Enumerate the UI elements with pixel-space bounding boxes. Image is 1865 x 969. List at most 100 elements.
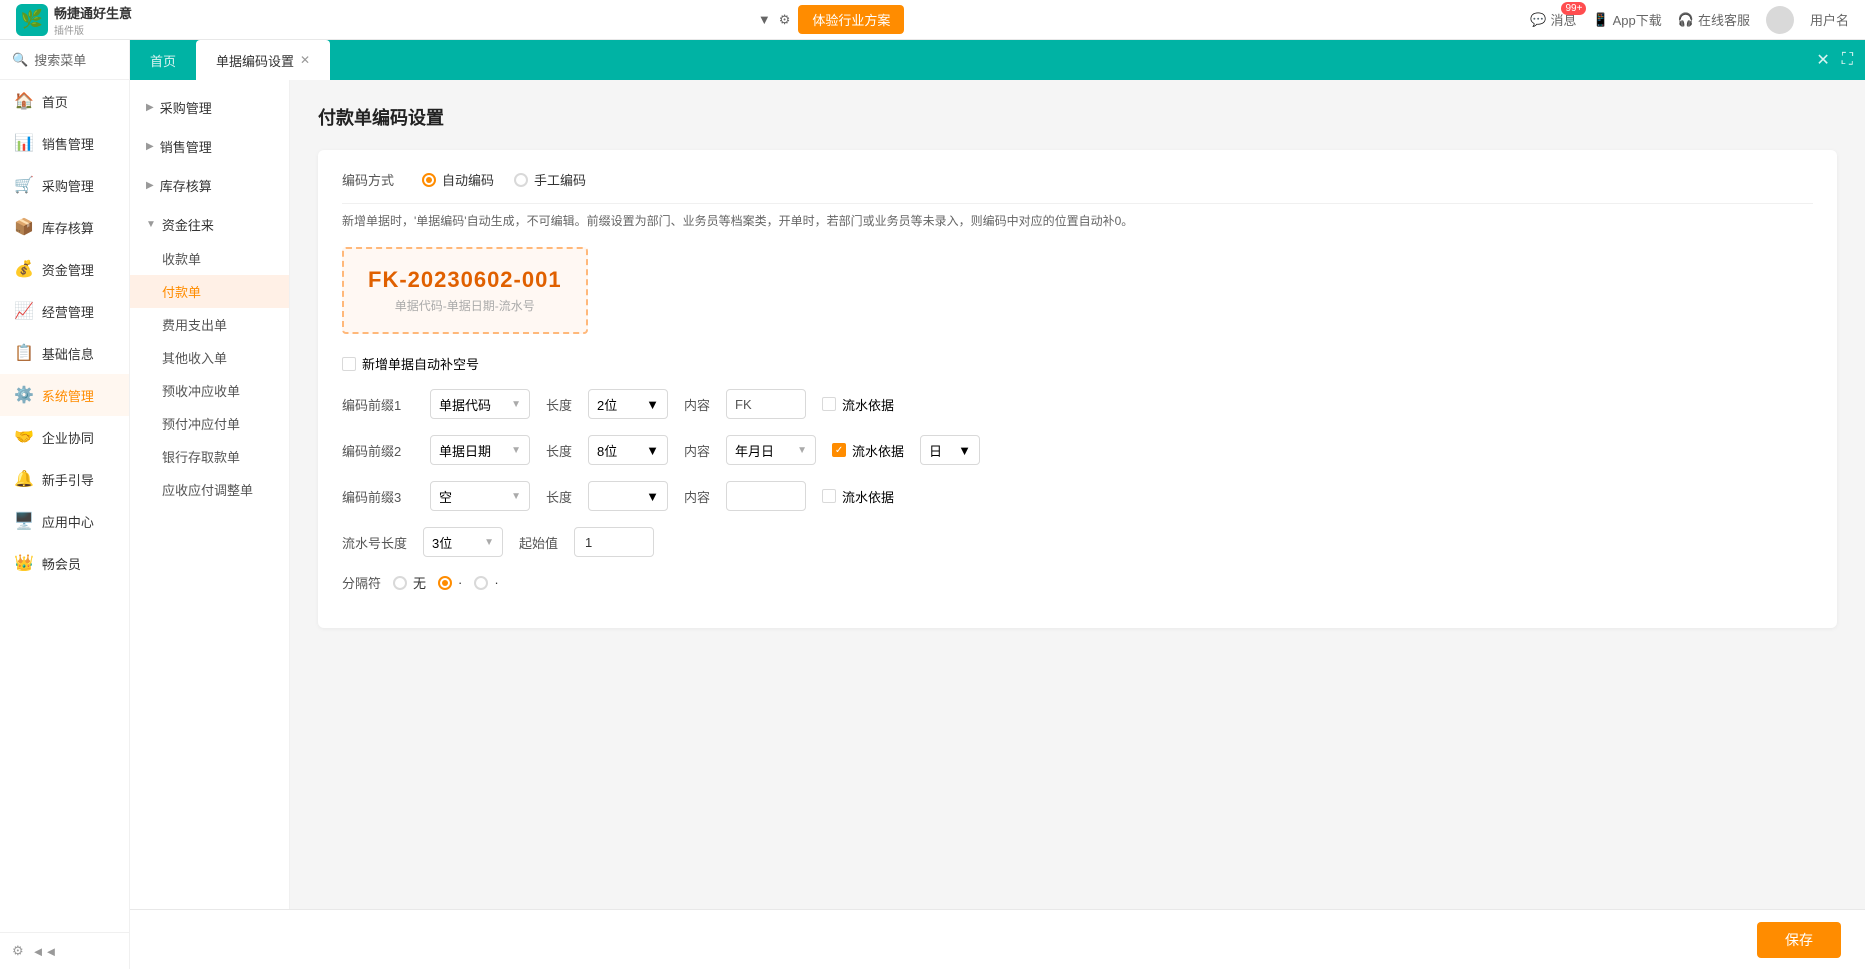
tab-home[interactable]: 首页 <box>130 40 196 80</box>
fullscreen-close-icon[interactable]: ✕ <box>1816 50 1829 70</box>
sidebar-item-purchase[interactable]: 🛒 采购管理 <box>0 164 129 206</box>
serial-length-select[interactable]: 3位 ▼ <box>423 527 503 557</box>
sep-dot2-radio[interactable] <box>474 576 488 590</box>
length3-select[interactable]: ▼ <box>588 481 668 511</box>
divider1 <box>342 203 1813 204</box>
sub-item-prepay-payable[interactable]: 预付冲应付单 <box>130 407 289 440</box>
length1-select[interactable]: 2位 ▼ <box>588 389 668 419</box>
message-badge: 99+ <box>1561 2 1586 15</box>
experience-button[interactable]: 体验行业方案 <box>798 5 904 34</box>
sidebar-item-member[interactable]: 👑 畅会员 <box>0 542 129 584</box>
example-code: FK-20230602-001 <box>368 267 562 293</box>
sidebar-member-label: 畅会员 <box>42 554 81 573</box>
prefix2-select[interactable]: 单据日期 ▼ <box>430 435 530 465</box>
tab-encoding[interactable]: 单据编码设置 ✕ <box>196 40 330 80</box>
length2-select[interactable]: 8位 ▼ <box>588 435 668 465</box>
content-area: ▶ 采购管理 ▶ 销售管理 ▶ 库存核算 <box>130 80 1865 969</box>
sidebar-item-finance[interactable]: 💰 资金管理 <box>0 248 129 290</box>
sub-group-purchase-title[interactable]: ▶ 采购管理 <box>130 90 289 125</box>
prefix2-value: 单据日期 <box>439 441 491 460</box>
sep-dot2-option[interactable]: · <box>474 575 498 590</box>
stream2-checkbox-label[interactable]: ✓ 流水依据 <box>832 441 904 460</box>
encoding-method-group: 编码方式 自动编码 手工编码 <box>342 170 1813 189</box>
headset-icon: 🎧 <box>1678 12 1694 28</box>
auto-fill-checkbox[interactable] <box>342 357 356 371</box>
sidebar-item-guide[interactable]: 🔔 新手引导 <box>0 458 129 500</box>
prefix-row-3: 编码前缀3 空 ▼ 长度 ▼ 内容 <box>342 481 1813 511</box>
sub-item-payment[interactable]: 付款单 <box>130 275 289 308</box>
sub-item-expense[interactable]: 费用支出单 <box>130 308 289 341</box>
settings-icon[interactable]: ⚙ <box>779 12 791 28</box>
manual-encoding-option[interactable]: 手工编码 <box>514 170 586 189</box>
sep-none-option[interactable]: 无 <box>393 573 426 592</box>
auto-encoding-radio[interactable] <box>422 173 436 187</box>
tab-close-icon[interactable]: ✕ <box>300 53 310 67</box>
sep-dot2-label: · <box>494 575 498 590</box>
sidebar-item-inventory[interactable]: 📦 库存核算 <box>0 206 129 248</box>
sep-dot-radio[interactable] <box>438 576 452 590</box>
settings-bottom-icon[interactable]: ⚙ <box>12 943 24 959</box>
sub-group-inventory-title[interactable]: ▶ 库存核算 <box>130 168 289 203</box>
sub-item-receipt[interactable]: 收款单 <box>130 242 289 275</box>
prefix-row-2: 编码前缀2 单据日期 ▼ 长度 8位 ▼ 内容 年月日 <box>342 435 1813 465</box>
stream1-checkbox[interactable] <box>822 397 836 411</box>
top-bar-right: 💬 消息 99+ 📱 App下载 🎧 在线客服 用户名 <box>1530 6 1849 34</box>
fullscreen-expand-icon[interactable]: ⛶ <box>1842 51 1853 69</box>
dropdown-toggle[interactable]: ▼ <box>758 12 771 27</box>
collapse-icon[interactable]: ◄◄ <box>32 944 58 959</box>
sales-icon: 📊 <box>14 133 34 153</box>
manual-encoding-radio[interactable] <box>514 173 528 187</box>
sub-item-other-income[interactable]: 其他收入单 <box>130 341 289 374</box>
serial-start-input[interactable] <box>574 527 654 557</box>
sidebar-item-system[interactable]: ⚙️ 系统管理 <box>0 374 129 416</box>
sidebar-item-appstore[interactable]: 🖥️ 应用中心 <box>0 500 129 542</box>
message-icon: 💬 <box>1530 12 1546 28</box>
search-menu[interactable]: 🔍 搜索菜单 <box>0 40 129 80</box>
app-download-button[interactable]: 📱 App下载 <box>1592 10 1661 29</box>
sub-item-receipt-label: 收款单 <box>162 252 201 267</box>
sub-item-adjust[interactable]: 应收应付调整单 <box>130 473 289 506</box>
encoding-card: 编码方式 自动编码 手工编码 新增单据时，'单据编码'自动生成，不可编辑。前缀设… <box>318 150 1837 628</box>
auto-encoding-option[interactable]: 自动编码 <box>422 170 494 189</box>
prefix1-arrow-icon: ▼ <box>511 399 521 410</box>
stream3-checkbox[interactable] <box>822 489 836 503</box>
sub-item-bank[interactable]: 银行存取款单 <box>130 440 289 473</box>
online-service-label: 在线客服 <box>1698 10 1750 29</box>
sep-none-radio[interactable] <box>393 576 407 590</box>
top-bar-center: ▼ ⚙ 体验行业方案 <box>758 5 905 34</box>
online-service-button[interactable]: 🎧 在线客服 <box>1678 10 1750 29</box>
search-icon: 🔍 <box>12 52 28 68</box>
day-select[interactable]: 日 ▼ <box>920 435 980 465</box>
sub-group-sales: ▶ 销售管理 <box>130 129 289 164</box>
sidebar: 🔍 搜索菜单 🏠 首页 📊 销售管理 🛒 采购管理 📦 库存核算 💰 资金管理 … <box>0 40 130 969</box>
sidebar-management-label: 经营管理 <box>42 302 94 321</box>
sidebar-item-management[interactable]: 📈 经营管理 <box>0 290 129 332</box>
auto-fill-checkbox-label[interactable]: 新增单据自动补空号 <box>342 354 1813 373</box>
content2-select[interactable]: 年月日 ▼ <box>726 435 816 465</box>
length1-arrow-icon: ▼ <box>646 397 659 412</box>
prefix2-label: 编码前缀2 <box>342 441 414 460</box>
prefix1-select[interactable]: 单据代码 ▼ <box>430 389 530 419</box>
separator-row: 分隔符 无 · · <box>342 573 1813 592</box>
sub-group-sales-title[interactable]: ▶ 销售管理 <box>130 129 289 164</box>
sub-item-prepay-receivable[interactable]: 预收冲应收单 <box>130 374 289 407</box>
stream2-checkbox[interactable]: ✓ <box>832 443 846 457</box>
sidebar-item-enterprise[interactable]: 🤝 企业协同 <box>0 416 129 458</box>
user-avatar[interactable] <box>1766 6 1794 34</box>
sub-item-other-income-label: 其他收入单 <box>162 351 227 366</box>
messages-button[interactable]: 💬 消息 99+ <box>1530 10 1576 29</box>
content2-value: 年月日 <box>735 441 774 460</box>
sub-group-capital-title[interactable]: ▼ 资金往来 <box>130 207 289 242</box>
prefix3-select[interactable]: 空 ▼ <box>430 481 530 511</box>
sep-dot-option[interactable]: · <box>438 575 462 590</box>
hint-text: 新增单据时，'单据编码'自动生成，不可编辑。前缀设置为部门、业务员等档案类，开单… <box>342 212 1813 231</box>
sidebar-item-sales[interactable]: 📊 销售管理 <box>0 122 129 164</box>
example-box: FK-20230602-001 单据代码-单据日期-流水号 <box>342 247 588 334</box>
example-sub: 单据代码-单据日期-流水号 <box>368 297 562 314</box>
stream3-checkbox-label[interactable]: 流水依据 <box>822 487 894 506</box>
sidebar-item-home[interactable]: 🏠 首页 <box>0 80 129 122</box>
save-button[interactable]: 保存 <box>1757 922 1841 958</box>
stream1-label: 流水依据 <box>842 395 894 414</box>
sidebar-item-basic[interactable]: 📋 基础信息 <box>0 332 129 374</box>
stream1-checkbox-label[interactable]: 流水依据 <box>822 395 894 414</box>
